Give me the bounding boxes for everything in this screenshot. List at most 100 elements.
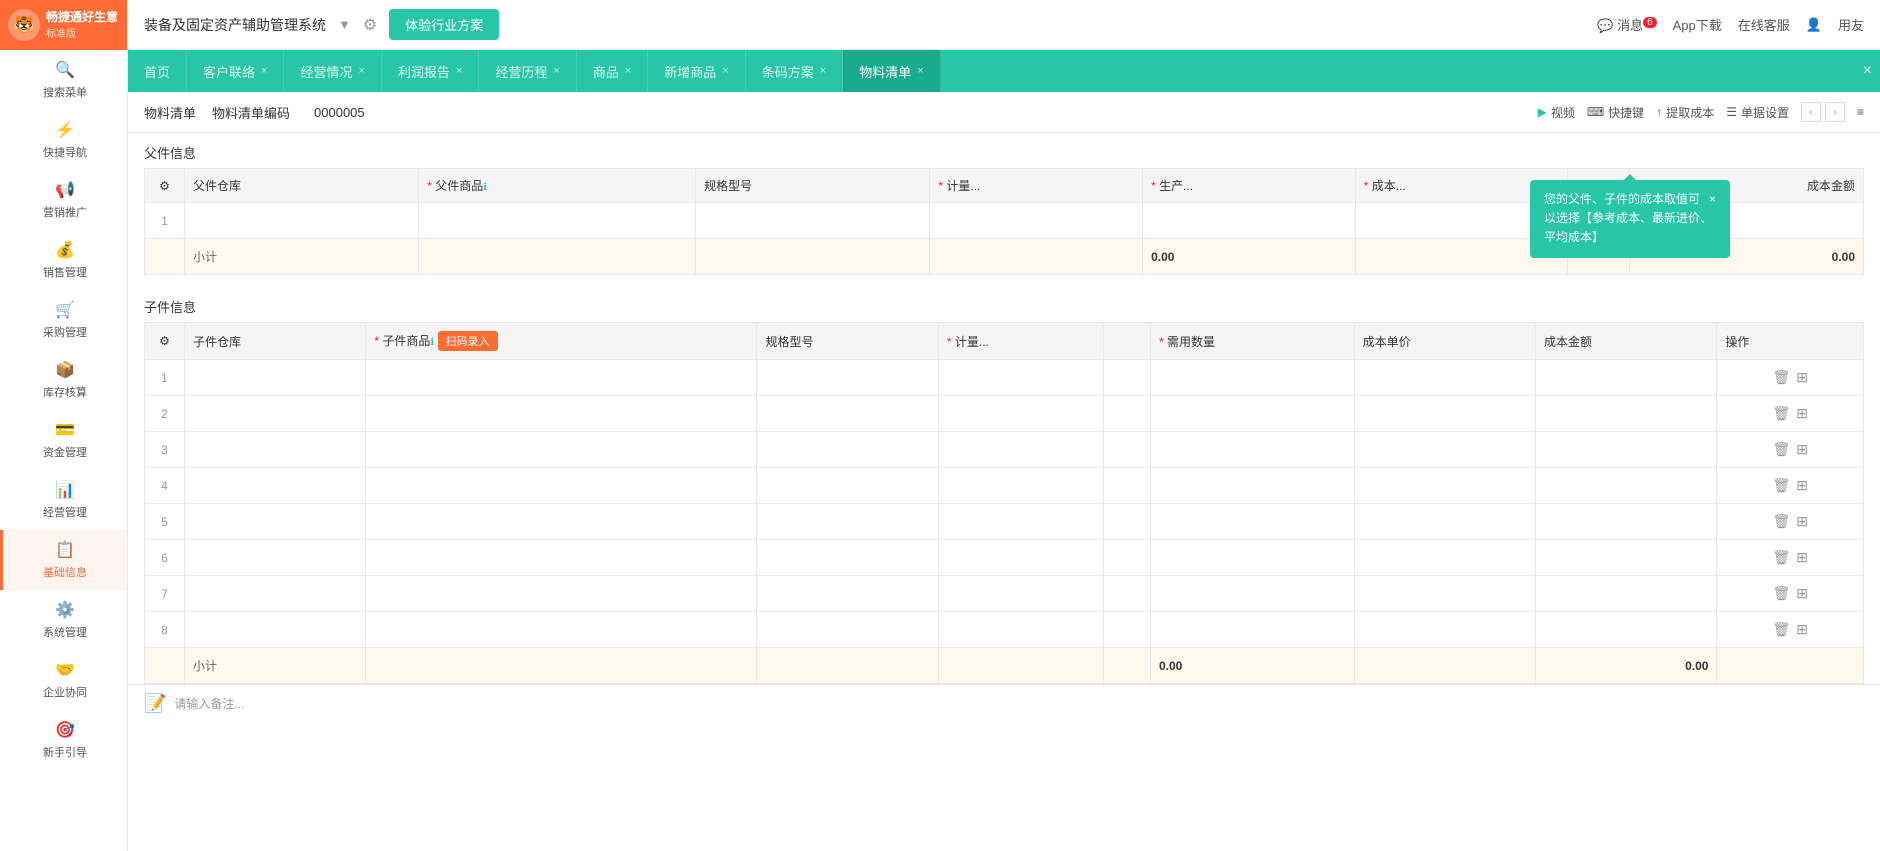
child-unit-cost[interactable] — [1354, 540, 1535, 576]
child-unit-cost[interactable] — [1354, 432, 1535, 468]
user-name[interactable]: 用友 — [1838, 15, 1864, 34]
tab-customer[interactable]: 客户联络 × — [187, 50, 284, 92]
copy-icon[interactable]: ⊞ — [1796, 441, 1808, 458]
tab-products[interactable]: 商品 × — [577, 50, 648, 92]
child-unit[interactable] — [938, 360, 1103, 396]
copy-icon[interactable]: ⊞ — [1796, 477, 1808, 494]
prev-arrow[interactable]: ‹ — [1801, 102, 1821, 122]
extract-cost-button[interactable]: ↑ 提取成本 — [1656, 104, 1714, 121]
app-download-link[interactable]: App下载 — [1673, 15, 1722, 34]
sidebar-item-system[interactable]: ⚙️ 系统管理 — [0, 590, 127, 650]
tab-profit[interactable]: 利润报告 × — [382, 50, 479, 92]
tab-close-icon[interactable]: × — [625, 65, 631, 77]
scan-input-button[interactable]: 扫码录入 — [438, 331, 498, 351]
child-quantity[interactable] — [1150, 432, 1354, 468]
sidebar-item-operations[interactable]: 📊 经营管理 — [0, 470, 127, 530]
parent-product-cell[interactable] — [419, 203, 696, 239]
delete-icon[interactable]: 🗑 — [1772, 441, 1790, 458]
child-spec[interactable] — [757, 360, 938, 396]
child-quantity[interactable] — [1150, 396, 1354, 432]
child-unit[interactable] — [938, 540, 1103, 576]
child-spec[interactable] — [757, 396, 938, 432]
child-warehouse[interactable] — [185, 576, 366, 612]
tab-new-product[interactable]: 新增商品 × — [648, 50, 745, 92]
tab-close-icon[interactable]: × — [722, 65, 728, 77]
sidebar-item-enterprise[interactable]: 🤝 企业协同 — [0, 650, 127, 710]
online-service-link[interactable]: 在线客服 — [1738, 15, 1790, 34]
child-unit-cost[interactable] — [1354, 468, 1535, 504]
delete-icon[interactable]: 🗑 — [1772, 549, 1790, 566]
delete-icon[interactable]: 🗑 — [1772, 513, 1790, 530]
copy-icon[interactable]: ⊞ — [1796, 513, 1808, 530]
child-product[interactable] — [366, 468, 757, 504]
parent-warehouse-cell[interactable] — [185, 203, 419, 239]
view-button[interactable]: ▶ 视频 — [1538, 104, 1575, 121]
child-unit-cost[interactable] — [1354, 504, 1535, 540]
copy-icon[interactable]: ⊞ — [1796, 585, 1808, 602]
copy-icon[interactable]: ⊞ — [1796, 549, 1808, 566]
delete-icon[interactable]: 🗑 — [1772, 369, 1790, 386]
child-quantity[interactable] — [1150, 540, 1354, 576]
child-product[interactable] — [366, 612, 757, 648]
child-quantity[interactable] — [1150, 504, 1354, 540]
tab-close-icon[interactable]: × — [553, 65, 559, 77]
spec-cell[interactable] — [696, 203, 930, 239]
child-product[interactable] — [366, 576, 757, 612]
sidebar-item-marketing[interactable]: 📢 营销推广 — [0, 170, 127, 230]
delete-icon[interactable]: 🗑 — [1772, 621, 1790, 638]
child-unit[interactable] — [938, 396, 1103, 432]
close-all-icon[interactable]: × — [1863, 62, 1872, 80]
next-arrow[interactable]: › — [1825, 102, 1845, 122]
child-warehouse[interactable] — [185, 504, 366, 540]
sidebar-item-quick-nav[interactable]: ⚡ 快捷导航 — [0, 110, 127, 170]
child-product[interactable] — [366, 432, 757, 468]
message-icon[interactable]: 💬 消息6 — [1597, 15, 1656, 34]
menu-icon[interactable]: ≡ — [1857, 105, 1864, 119]
child-quantity[interactable] — [1150, 612, 1354, 648]
tab-close-icon[interactable]: × — [358, 65, 364, 77]
unit-cell[interactable] — [930, 203, 1143, 239]
delete-icon[interactable]: 🗑 — [1772, 405, 1790, 422]
child-unit-cost[interactable] — [1354, 360, 1535, 396]
sidebar-item-finance[interactable]: 💳 资金管理 — [0, 410, 127, 470]
child-spec[interactable] — [757, 540, 938, 576]
copy-icon[interactable]: ⊞ — [1796, 369, 1808, 386]
sidebar-item-sales[interactable]: 💰 销售管理 — [0, 230, 127, 290]
child-spec[interactable] — [757, 504, 938, 540]
experience-button[interactable]: 体验行业方案 — [389, 9, 499, 40]
child-unit[interactable] — [938, 576, 1103, 612]
child-product[interactable] — [366, 396, 757, 432]
child-spec[interactable] — [757, 576, 938, 612]
tab-bom[interactable]: 物料清单 × — [843, 50, 940, 92]
settings-gear-icon[interactable]: ⚙ — [363, 15, 377, 35]
sidebar-item-basic-info[interactable]: 📋 基础信息 — [0, 530, 127, 590]
child-spec[interactable] — [757, 432, 938, 468]
child-spec[interactable] — [757, 612, 938, 648]
single-settings-button[interactable]: ☰ 单据设置 — [1726, 104, 1789, 121]
sidebar-item-guide[interactable]: 🎯 新手引导 — [0, 710, 127, 770]
tab-history[interactable]: 经营历程 × — [479, 50, 576, 92]
child-product[interactable] — [366, 360, 757, 396]
child-warehouse[interactable] — [185, 396, 366, 432]
child-warehouse[interactable] — [185, 612, 366, 648]
copy-icon[interactable]: ⊞ — [1796, 405, 1808, 422]
tab-close-icon[interactable]: × — [917, 65, 923, 77]
child-unit[interactable] — [938, 432, 1103, 468]
delete-icon[interactable]: 🗑 — [1772, 585, 1790, 602]
child-unit[interactable] — [938, 504, 1103, 540]
tab-close-icon[interactable]: × — [820, 65, 826, 77]
tab-close-icon[interactable]: × — [261, 65, 267, 77]
child-product[interactable] — [366, 540, 757, 576]
child-quantity[interactable] — [1150, 576, 1354, 612]
child-quantity[interactable] — [1150, 468, 1354, 504]
tab-close-icon[interactable]: × — [456, 65, 462, 77]
dropdown-arrow[interactable]: ▼ — [338, 17, 351, 32]
child-unit[interactable] — [938, 612, 1103, 648]
child-product[interactable] — [366, 504, 757, 540]
child-warehouse[interactable] — [185, 468, 366, 504]
child-unit-cost[interactable] — [1354, 612, 1535, 648]
tab-home[interactable]: 首页 — [128, 50, 187, 92]
tab-operations[interactable]: 经营情况 × — [284, 50, 381, 92]
sidebar-item-purchase[interactable]: 🛒 采购管理 — [0, 290, 127, 350]
child-spec[interactable] — [757, 468, 938, 504]
